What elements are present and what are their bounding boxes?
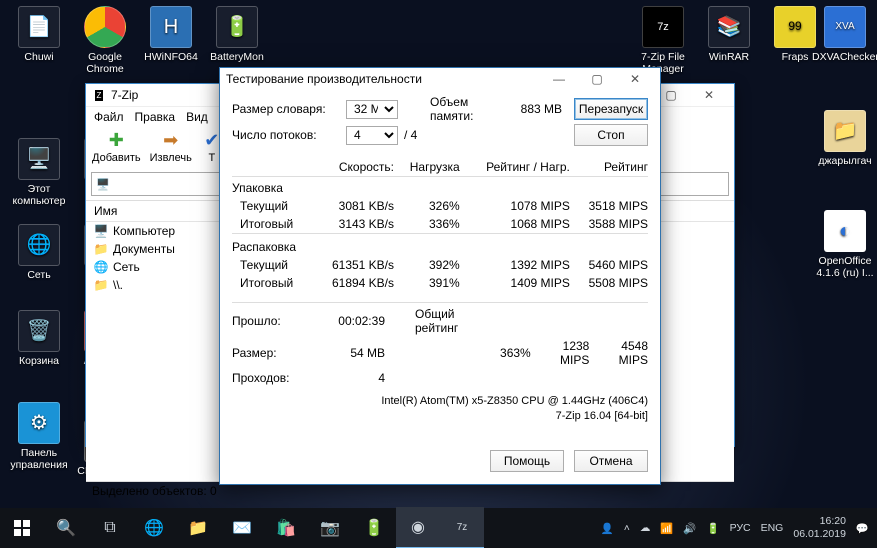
close-button[interactable]: ✕: [690, 84, 728, 106]
dict-select[interactable]: 32 MB: [346, 100, 398, 119]
folder-icon: 📁: [94, 278, 108, 292]
desktop-icon-network[interactable]: 🌐Сеть: [6, 224, 72, 281]
search-button[interactable]: 🔍: [44, 508, 88, 548]
stop-button[interactable]: Стоп: [574, 124, 648, 146]
start-button[interactable]: [0, 508, 44, 548]
taskbar-app[interactable]: 📷: [308, 508, 352, 548]
folder-icon: 📁: [94, 242, 108, 256]
desktop-icon-7zipfm[interactable]: 7z7-Zip File Manager: [630, 6, 696, 75]
desktop-icon-hwinfo[interactable]: HHWiNFO64: [138, 6, 204, 63]
chevron-up-icon[interactable]: ˄: [624, 522, 630, 534]
taskbar-edge[interactable]: 🌐: [132, 508, 176, 548]
menu-edit[interactable]: Правка: [135, 110, 176, 124]
desktop-icon-chrome[interactable]: Google Chrome: [72, 6, 138, 75]
cpu-info: Intel(R) Atom(TM) x5-Z8350 CPU @ 1.44GHz…: [232, 395, 648, 407]
maximize-button[interactable]: ▢: [578, 68, 616, 90]
clock[interactable]: 16:2006.01.2019: [793, 515, 846, 540]
summary-table: Прошло:00:02:39Общий рейтинг Размер:54 M…: [232, 302, 648, 387]
desktop-icon-chuwi[interactable]: 📄Chuwi: [6, 6, 72, 63]
volume-icon[interactable]: 🔊: [683, 522, 696, 535]
onedrive-icon[interactable]: ☁: [640, 522, 651, 534]
extract-button[interactable]: ➡Извлечь: [150, 129, 192, 164]
window-benchmark[interactable]: Тестирование производительности — ▢ ✕ Ра…: [219, 67, 661, 485]
desktop-icon-openoffice[interactable]: ◐OpenOffice 4.1.6 (ru) I...: [812, 210, 877, 279]
window-title: 7-Zip: [111, 88, 138, 102]
notifications-icon[interactable]: 💬: [856, 522, 869, 535]
threads-select[interactable]: 4: [346, 126, 398, 145]
dict-label: Размер словаря:: [232, 102, 346, 116]
close-button[interactable]: ✕: [616, 68, 654, 90]
desktop[interactable]: 📄Chuwi Google Chrome HHWiNFO64 🔋BatteryM…: [0, 0, 877, 548]
table-row: Текущий3081 KB/s326%1078 MIPS3518 MIPS: [232, 197, 648, 215]
kb-indicator[interactable]: ENG: [761, 522, 784, 534]
desktop-icon-batterymon[interactable]: 🔋BatteryMon: [204, 6, 270, 63]
test-label: Т: [208, 152, 215, 164]
desktop-icon-dxva[interactable]: XVADXVAChecker: [812, 6, 877, 63]
taskview-button[interactable]: ⧉: [88, 508, 132, 548]
taskbar-explorer[interactable]: 📁: [176, 508, 220, 548]
table-row: Итоговый3143 KB/s336%1068 MIPS3588 MIPS: [232, 215, 648, 234]
titlebar-benchmark[interactable]: Тестирование производительности — ▢ ✕: [220, 68, 660, 90]
cancel-button[interactable]: Отмена: [574, 450, 648, 472]
menu-view[interactable]: Вид: [186, 110, 208, 124]
add-button[interactable]: ✚Добавить: [92, 129, 141, 164]
threads-label: Число потоков:: [232, 128, 346, 142]
menu-file[interactable]: Файл: [94, 110, 124, 124]
network-icon: 🌐: [94, 260, 108, 274]
desktop-icon-winrar[interactable]: 📚WinRAR: [696, 6, 762, 63]
desktop-icon-bin[interactable]: 🗑️Корзина: [6, 310, 72, 367]
people-icon[interactable]: 👤: [601, 522, 614, 535]
mem-value: 883 MB: [504, 102, 562, 116]
battery-icon[interactable]: 🔋: [706, 522, 719, 535]
minimize-button[interactable]: —: [540, 68, 578, 90]
desktop-icon-dzh[interactable]: 📁джарылгач: [812, 110, 877, 167]
taskbar-batterymon[interactable]: 🔋: [352, 508, 396, 548]
taskbar-chrome[interactable]: ◉: [396, 507, 440, 548]
taskbar-mail[interactable]: ✉️: [220, 508, 264, 548]
results-table: Скорость:НагрузкаРейтинг / Нагр.Рейтинг …: [232, 158, 648, 292]
wifi-icon[interactable]: 📶: [660, 522, 673, 535]
system-tray[interactable]: 👤 ˄ ☁ 📶 🔊 🔋 РУС ENG 16:2006.01.2019 💬: [593, 515, 877, 540]
taskbar-store[interactable]: 🛍️: [264, 508, 308, 548]
plus-icon: ✚: [105, 129, 127, 151]
taskbar-7zip[interactable]: 7z: [440, 507, 484, 548]
mem-label: Объем памяти:: [430, 95, 504, 123]
taskbar[interactable]: 🔍 ⧉ 🌐 📁 ✉️ 🛍️ 📷 🔋 ◉ 7z 👤 ˄ ☁ 📶 🔊 🔋 РУС E…: [0, 508, 877, 548]
table-row: Итоговый61894 KB/s391%1409 MIPS5508 MIPS: [232, 274, 648, 292]
desktop-icon-control[interactable]: ⚙Панель управления: [6, 402, 72, 471]
computer-icon: 🖥️: [96, 178, 110, 191]
add-label: Добавить: [92, 152, 141, 164]
extract-label: Извлечь: [150, 152, 192, 164]
version-info: 7-Zip 16.04 [64-bit]: [232, 410, 648, 422]
threads-total: / 4: [404, 128, 417, 142]
desktop-icon-this-pc[interactable]: 🖥️Этот компьютер: [6, 138, 72, 207]
restart-button[interactable]: Перезапуск: [574, 98, 648, 120]
lang-indicator[interactable]: РУС: [730, 522, 751, 534]
help-button[interactable]: Помощь: [490, 450, 564, 472]
table-row: Текущий61351 KB/s392%1392 MIPS5460 MIPS: [232, 256, 648, 274]
arrow-right-icon: ➡: [160, 129, 182, 151]
app-icon-7zip: Z: [92, 88, 106, 102]
window-title: Тестирование производительности: [226, 72, 422, 86]
computer-icon: 🖥️: [94, 224, 108, 238]
